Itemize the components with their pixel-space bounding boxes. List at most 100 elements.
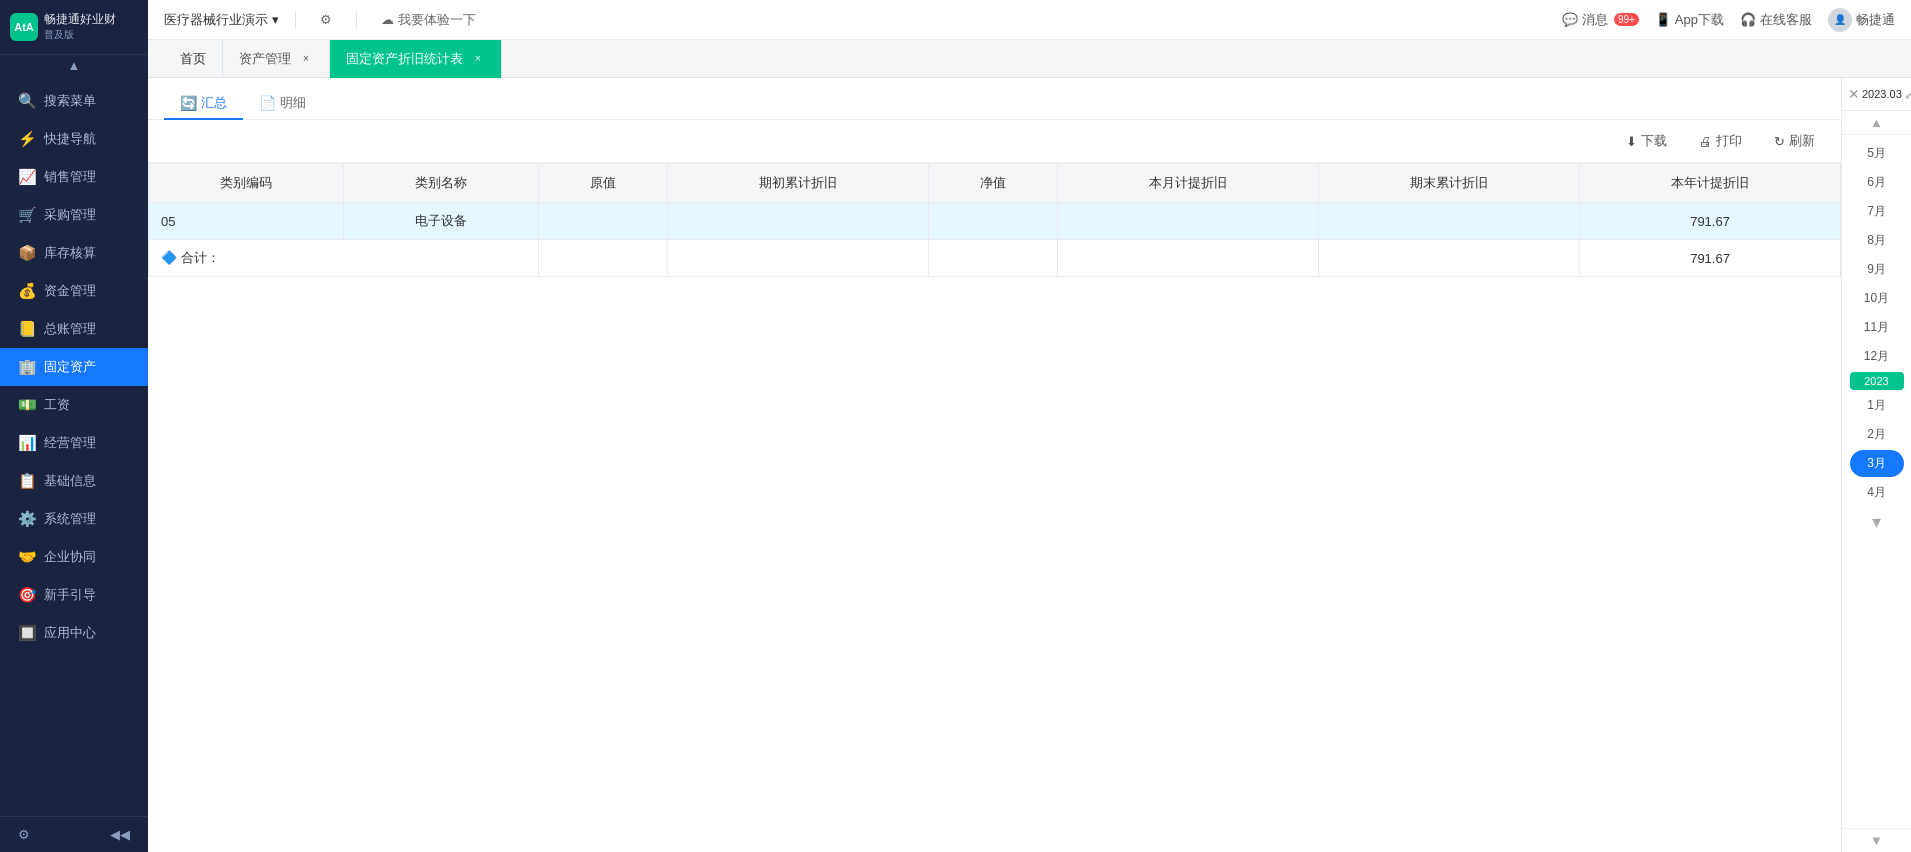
company-selector[interactable]: 医疗器械行业演示 ▾ <box>164 11 279 29</box>
sidebar-item-quick-nav[interactable]: ⚡ 快捷导航 <box>0 120 148 158</box>
sidebar-label-ledger: 总账管理 <box>44 320 96 338</box>
sidebar-icon-guide: 🎯 <box>18 586 36 604</box>
sidebar-item-fund[interactable]: 💰资金管理 <box>0 272 148 310</box>
sidebar-label-basic-info: 基础信息 <box>44 472 96 490</box>
row-net <box>929 203 1058 240</box>
sidebar-icon-system: ⚙️ <box>18 510 36 528</box>
settings-icon[interactable]: ⚙ <box>18 827 30 842</box>
toolbar: ⬇ 下载 🖨 打印 ↻ 刷新 <box>148 120 1841 163</box>
tab-depreciation-close[interactable]: × <box>471 52 485 66</box>
date-down-chevron[interactable]: ▾ <box>1868 507 1885 537</box>
company-name: 医疗器械行业演示 <box>164 11 268 29</box>
service-icon: 🎧 <box>1740 12 1756 27</box>
total-original <box>539 240 668 277</box>
download-btn[interactable]: ⬇ 下载 <box>1616 128 1677 154</box>
date-panel: ✕ 2023.03 ⤢ ▲ 5月 6月 7月 8月 9月 10月 11月 12月… <box>1841 78 1911 852</box>
collapse-icon[interactable]: ◀◀ <box>110 827 130 842</box>
date-month-5[interactable]: 5月 <box>1850 140 1904 167</box>
experience-icon: ☁ <box>381 12 394 27</box>
message-label: 消息 <box>1582 11 1608 29</box>
message-btn[interactable]: 💬 消息 99+ <box>1562 11 1639 29</box>
date-month-2[interactable]: 2月 <box>1850 421 1904 448</box>
total-label: 🔷合计： <box>149 240 539 277</box>
tab-asset-mgmt-close[interactable]: × <box>299 52 313 66</box>
online-service-btn[interactable]: 🎧 在线客服 <box>1740 11 1812 29</box>
topbar-divider <box>295 11 296 29</box>
sidebar-item-search[interactable]: 🔍搜索菜单 <box>0 82 148 120</box>
date-month-6[interactable]: 6月 <box>1850 169 1904 196</box>
col-initial-dep: 期初累计折旧 <box>668 164 929 203</box>
page-container: 🔄 汇总 📄 明细 ⬇ 下载 🖨 打印 ↻ <box>148 78 1911 852</box>
sidebar-item-app-center[interactable]: 🔲 应用中心 <box>0 614 148 652</box>
sidebar-item-basic-info[interactable]: 📋基础信息 <box>0 462 148 500</box>
date-panel-header: ✕ 2023.03 ⤢ <box>1842 78 1911 111</box>
sidebar-item-inventory[interactable]: 📦库存核算 <box>0 234 148 272</box>
date-month-9[interactable]: 9月 <box>1850 256 1904 283</box>
date-month-8[interactable]: 8月 <box>1850 227 1904 254</box>
date-month-11[interactable]: 11月 <box>1850 314 1904 341</box>
tab-home[interactable]: 首页 <box>164 40 223 78</box>
date-scroll-up[interactable]: ▲ <box>1842 111 1911 135</box>
row-initial-dep <box>668 203 929 240</box>
row-monthly-dep <box>1058 203 1319 240</box>
logo-icon: AtA <box>10 13 38 41</box>
sidebar-logo: AtA 畅捷通好业财 普及版 <box>0 0 148 55</box>
tab-depreciation-label: 固定资产折旧统计表 <box>346 50 463 68</box>
sidebar-label-salary: 工资 <box>44 396 70 414</box>
sidebar-icon-quick-nav: ⚡ <box>18 130 36 148</box>
date-month-3[interactable]: 3月 <box>1850 450 1904 477</box>
sidebar-label-quick-nav: 快捷导航 <box>44 130 96 148</box>
date-panel-expand[interactable]: ⤢ <box>1902 86 1911 102</box>
app-download-btn[interactable]: 📱 App下载 <box>1655 11 1724 29</box>
user-btn[interactable]: 👤 畅捷通 <box>1828 8 1895 32</box>
sidebar-item-operation[interactable]: 📊经营管理 <box>0 424 148 462</box>
sidebar-item-fixed-assets[interactable]: 🏢固定资产 <box>0 348 148 386</box>
sidebar-scroll-up[interactable]: ▲ <box>0 55 148 76</box>
date-month-4[interactable]: 4月 <box>1850 479 1904 506</box>
row-annual-dep: 791.67 <box>1580 203 1841 240</box>
sidebar-item-collab[interactable]: 🤝企业协同 <box>0 538 148 576</box>
dropdown-icon: ▾ <box>272 12 279 27</box>
sidebar-label-sales: 销售管理 <box>44 168 96 186</box>
date-scroll-down[interactable]: ▼ <box>1842 828 1911 852</box>
sidebar-item-guide[interactable]: 🎯新手引导 <box>0 576 148 614</box>
sidebar-icon-sales: 📈 <box>18 168 36 186</box>
col-net: 净值 <box>929 164 1058 203</box>
sidebar-nav: 🔍搜索菜单 ⚡ 快捷导航 📈 销售管理 🛒采购管理📦库存核算💰资金管理📒总账管理🏢固定资产… <box>0 76 148 816</box>
print-btn[interactable]: 🖨 打印 <box>1689 128 1752 154</box>
date-month-10[interactable]: 10月 <box>1850 285 1904 312</box>
sidebar-icon-fixed-assets: 🏢 <box>18 358 36 376</box>
date-year-2023[interactable]: 2023 <box>1850 372 1904 390</box>
row-original <box>539 203 668 240</box>
sub-tab-summary[interactable]: 🔄 汇总 <box>164 88 243 120</box>
print-icon: 🖨 <box>1699 134 1712 149</box>
depreciation-table: 类别编码 类别名称 原值 期初累计折旧 净值 本月计提折旧 期末累计折旧 本年计… <box>148 163 1841 277</box>
topbar-settings-btn[interactable]: ⚙ <box>312 6 340 34</box>
sidebar-item-purchase[interactable]: 🛒采购管理 <box>0 196 148 234</box>
topbar: 医疗器械行业演示 ▾ ⚙ ☁ 我要体验一下 💬 消息 99+ 📱 App下载 🎧… <box>148 0 1911 40</box>
sidebar-label-inventory: 库存核算 <box>44 244 96 262</box>
experience-btn[interactable]: ☁ 我要体验一下 <box>373 7 484 33</box>
date-panel-close[interactable]: ✕ <box>1846 86 1862 102</box>
date-month-7[interactable]: 7月 <box>1850 198 1904 225</box>
sidebar-icon-operation: 📊 <box>18 434 36 452</box>
refresh-btn[interactable]: ↻ 刷新 <box>1764 128 1825 154</box>
col-name: 类别名称 <box>344 164 539 203</box>
tab-asset-mgmt-label: 资产管理 <box>239 50 291 68</box>
sidebar-icon-app-center: 🔲 <box>18 624 36 642</box>
sidebar-item-salary[interactable]: 💵工资 <box>0 386 148 424</box>
total-ending-dep <box>1319 240 1580 277</box>
tab-asset-mgmt[interactable]: 资产管理 × <box>223 40 330 78</box>
sidebar-item-ledger[interactable]: 📒总账管理 <box>0 310 148 348</box>
total-net <box>929 240 1058 277</box>
sidebar-item-system[interactable]: ⚙️系统管理 <box>0 500 148 538</box>
sidebar-icon-fund: 💰 <box>18 282 36 300</box>
date-month-12[interactable]: 12月 <box>1850 343 1904 370</box>
tab-depreciation[interactable]: 固定资产折旧统计表 × <box>330 40 502 78</box>
sidebar-label-app-center: 应用中心 <box>44 624 96 642</box>
total-annual-dep: 791.67 <box>1580 240 1841 277</box>
main: 医疗器械行业演示 ▾ ⚙ ☁ 我要体验一下 💬 消息 99+ 📱 App下载 🎧… <box>148 0 1911 852</box>
sidebar-item-sales[interactable]: 📈 销售管理 <box>0 158 148 196</box>
sub-tab-detail[interactable]: 📄 明细 <box>243 88 322 120</box>
date-month-1[interactable]: 1月 <box>1850 392 1904 419</box>
